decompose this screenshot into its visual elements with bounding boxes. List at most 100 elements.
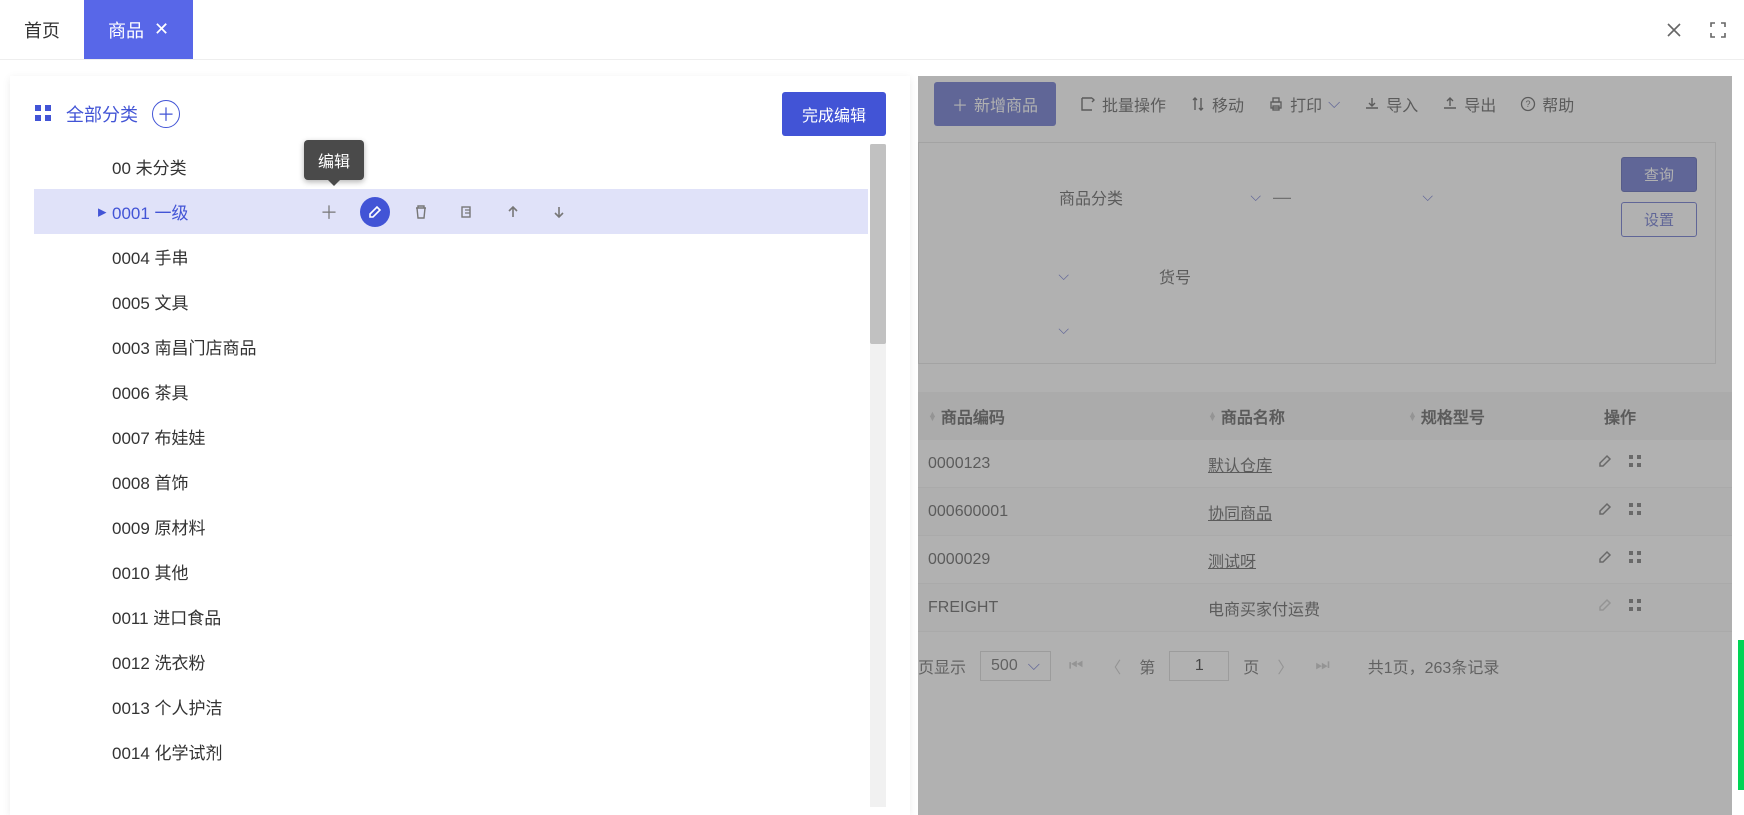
tree-item-label: 0011 进口食品 xyxy=(112,604,221,629)
add-product-label: 新增商品 xyxy=(974,92,1038,116)
sort-icon: ▲▼ xyxy=(1208,412,1217,420)
print-button[interactable]: 打印 ⌵ xyxy=(1268,92,1340,116)
close-icon[interactable]: ✕ xyxy=(154,19,169,40)
cell-name[interactable]: 默认仓库 xyxy=(1198,452,1398,476)
sort-icon: ▲▼ xyxy=(928,412,937,420)
close-all-tabs-icon[interactable] xyxy=(1656,12,1692,48)
tab-product[interactable]: 商品 ✕ xyxy=(84,0,193,59)
category-edit-panel: 全部分类 ＋ 完成编辑 00 未分类▸0001 一级 ＋ 0004 手串0005… xyxy=(10,76,910,815)
filter-unknown-1[interactable]: ⌵ xyxy=(939,261,1069,291)
tree-item[interactable]: 0011 进口食品 xyxy=(34,594,868,639)
move-down-icon[interactable] xyxy=(544,197,574,227)
caret-right-icon: ▸ xyxy=(98,202,107,222)
edit-tooltip: 编辑 xyxy=(304,140,364,180)
tree-item[interactable]: 00 未分类 xyxy=(34,144,868,189)
finish-edit-button[interactable]: 完成编辑 xyxy=(782,92,886,136)
col-spec[interactable]: ▲▼规格型号 xyxy=(1398,404,1508,428)
export-button[interactable]: 导出 xyxy=(1442,92,1496,116)
scroll-indicator xyxy=(1738,640,1744,790)
tree-item[interactable]: 0005 文具 xyxy=(34,279,868,324)
tree-item-label: 0007 布娃娃 xyxy=(112,424,206,449)
page-summary: 共1页，263条记录 xyxy=(1368,654,1500,678)
tab-home[interactable]: 首页 xyxy=(0,0,84,59)
tree-item[interactable]: 0012 洗衣粉 xyxy=(34,639,868,684)
page-input[interactable] xyxy=(1169,651,1229,681)
scrollbar-thumb[interactable] xyxy=(870,144,886,344)
tab-bar: 首页 商品 ✕ xyxy=(0,0,1744,60)
col-code[interactable]: ▲▼商品编码 xyxy=(918,404,1198,428)
scrollbar-track[interactable] xyxy=(870,144,886,807)
cell-code: 000600001 xyxy=(918,503,1198,521)
chevron-down-icon: ⌵ xyxy=(1058,321,1069,338)
tree-item-label: 0008 首饰 xyxy=(112,469,189,494)
first-page-button[interactable]: ⏮ xyxy=(1065,653,1087,679)
filter-category-to[interactable]: ⌵ xyxy=(1303,182,1433,212)
edit-icon[interactable] xyxy=(360,197,390,227)
tree-item-label: 0003 南昌门店商品 xyxy=(112,334,257,359)
row-edit-icon[interactable] xyxy=(1597,501,1613,522)
table-row: 0000029 测试呀 xyxy=(918,536,1732,584)
add-product-button[interactable]: ＋ 新增商品 xyxy=(934,82,1056,126)
tree-item[interactable]: 0009 原材料 xyxy=(34,504,868,549)
filter-category-label: 商品分类 xyxy=(1059,185,1123,209)
row-more-icon[interactable] xyxy=(1627,549,1643,570)
tree-item[interactable]: 0013 个人护洁 xyxy=(34,684,868,729)
delete-icon[interactable] xyxy=(406,197,436,227)
row-edit-icon[interactable] xyxy=(1597,549,1613,570)
tree-item[interactable]: 0014 化学试剂 xyxy=(34,729,868,774)
move-up-icon[interactable] xyxy=(498,197,528,227)
next-page-button[interactable]: 〉 xyxy=(1273,650,1297,682)
row-more-icon[interactable] xyxy=(1627,597,1643,618)
filter-category-from[interactable]: ⌵ xyxy=(1131,182,1261,212)
cell-code: 0000123 xyxy=(918,455,1198,473)
import-button[interactable]: 导入 xyxy=(1364,92,1418,116)
setting-button[interactable]: 设置 xyxy=(1621,202,1697,237)
table-header: ▲▼商品编码 ▲▼商品名称 ▲▼规格型号 操作 xyxy=(918,392,1732,440)
copy-icon[interactable] xyxy=(452,197,482,227)
pagination: 页显示 500 ⌵ ⏮ 〈 第 页 〉 ⏭ 共1页，263条记录 xyxy=(918,650,1732,682)
filter-unknown-2[interactable]: ⌵ xyxy=(939,315,1069,345)
tree-item-label: 0009 原材料 xyxy=(112,514,206,539)
tree-item-label: 0013 个人护洁 xyxy=(112,694,223,719)
cell-actions xyxy=(1508,549,1732,570)
tree-item[interactable]: 0003 南昌门店商品 xyxy=(34,324,868,369)
help-button[interactable]: ? 帮助 xyxy=(1520,92,1574,116)
prev-page-button[interactable]: 〈 xyxy=(1101,650,1125,682)
add-category-button[interactable]: ＋ xyxy=(152,100,180,128)
row-edit-icon[interactable] xyxy=(1597,453,1613,474)
table-row: 000600001 协同商品 xyxy=(918,488,1732,536)
last-page-button[interactable]: ⏭ xyxy=(1311,653,1333,679)
perpage-select[interactable]: 500 ⌵ xyxy=(980,651,1051,681)
tree-item[interactable]: 0007 布娃娃 xyxy=(34,414,868,459)
tree-item[interactable]: 0008 首饰 xyxy=(34,459,868,504)
tree-item[interactable]: ▸0001 一级 ＋ xyxy=(34,189,868,234)
cell-code: FREIGHT xyxy=(918,599,1198,617)
table-row: FREIGHT 电商买家付运费 xyxy=(918,584,1732,632)
query-button[interactable]: 查询 xyxy=(1621,157,1697,192)
tree-item[interactable]: 0004 手串 xyxy=(34,234,868,279)
tree-item[interactable]: 0006 茶具 xyxy=(34,369,868,414)
row-more-icon[interactable] xyxy=(1627,453,1643,474)
batch-ops-button[interactable]: 批量操作 xyxy=(1080,92,1166,116)
add-child-icon[interactable]: ＋ xyxy=(314,197,344,227)
cell-actions xyxy=(1508,597,1732,618)
cell-name[interactable]: 测试呀 xyxy=(1198,548,1398,572)
col-name[interactable]: ▲▼商品名称 xyxy=(1198,404,1398,428)
tree-item-label: 0012 洗衣粉 xyxy=(112,649,206,674)
panel-title: 全部分类 xyxy=(66,101,138,127)
fullscreen-icon[interactable] xyxy=(1700,12,1736,48)
tree-item-label: 0001 一级 xyxy=(112,199,189,224)
filter-sku-label: 货号 xyxy=(1159,264,1191,288)
plus-icon: ＋ xyxy=(952,92,968,116)
product-table: ▲▼商品编码 ▲▼商品名称 ▲▼规格型号 操作 0000123 默认仓库 000… xyxy=(918,392,1732,632)
row-more-icon[interactable] xyxy=(1627,501,1643,522)
chevron-down-icon: ⌵ xyxy=(1422,188,1433,205)
tree-item[interactable]: 0010 其他 xyxy=(34,549,868,594)
cell-name[interactable]: 协同商品 xyxy=(1198,500,1398,524)
svg-text:?: ? xyxy=(1526,99,1531,109)
cell-actions xyxy=(1508,501,1732,522)
tree-item-label: 0005 文具 xyxy=(112,289,189,314)
tab-product-label: 商品 xyxy=(108,17,144,43)
col-op: 操作 xyxy=(1508,404,1732,428)
move-button[interactable]: 移动 xyxy=(1190,92,1244,116)
